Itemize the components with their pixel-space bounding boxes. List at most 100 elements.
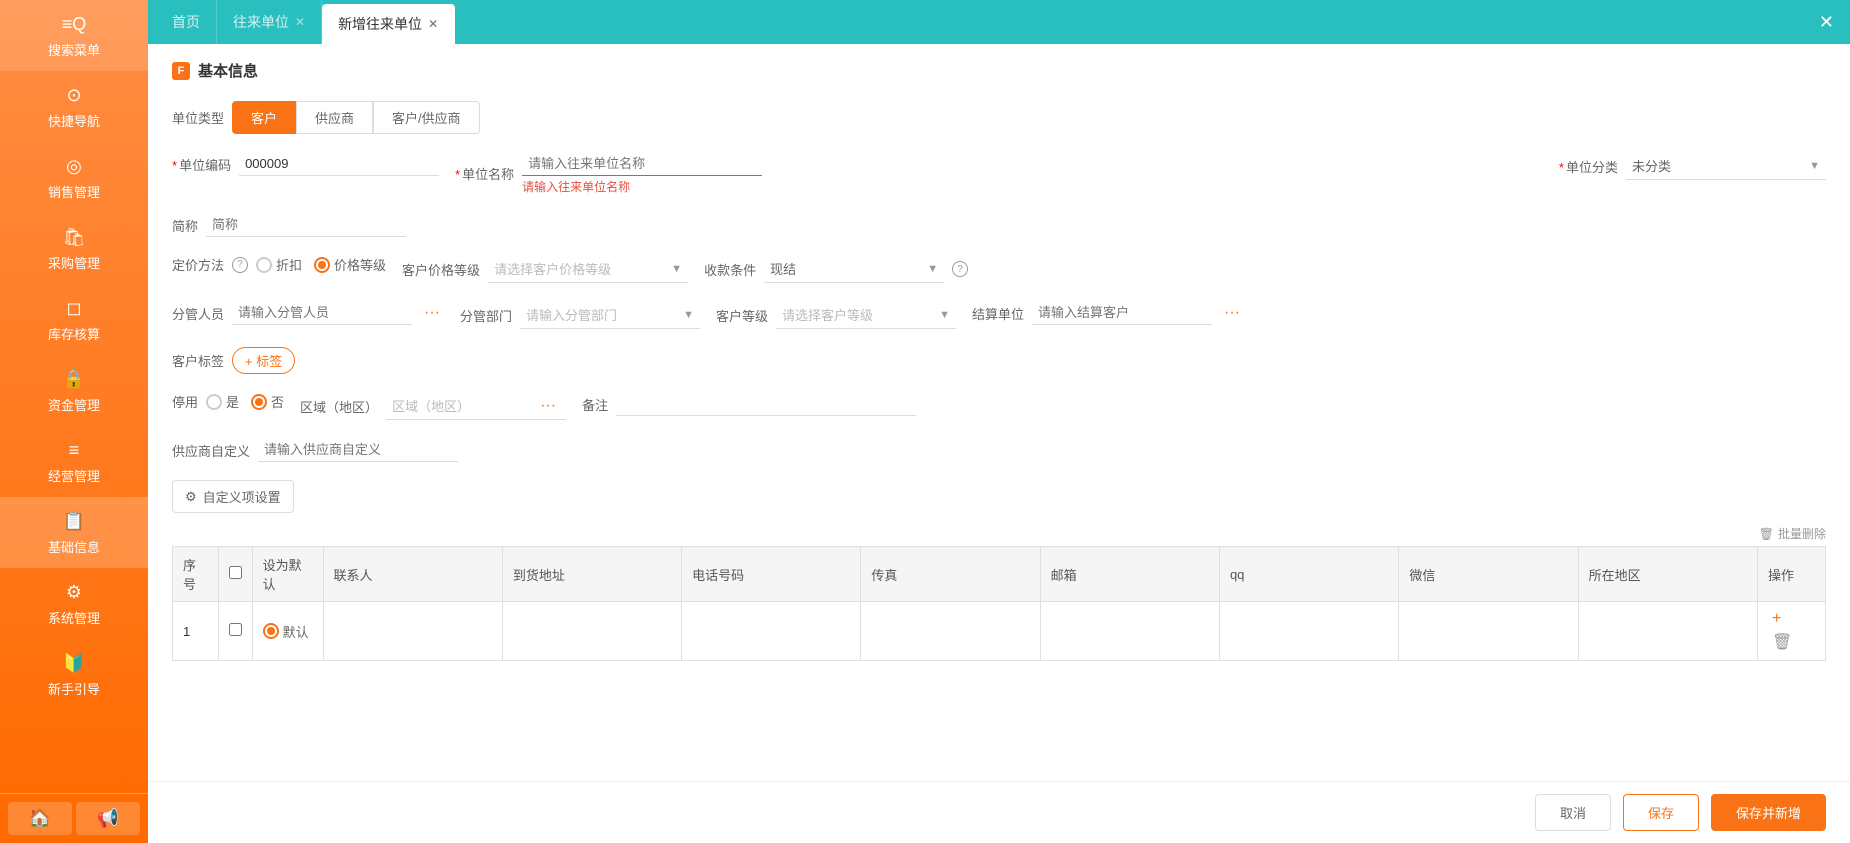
save-button[interactable]: 保存 bbox=[1623, 794, 1699, 831]
default-radio[interactable]: 默认 bbox=[263, 622, 313, 641]
unit-type-supplier-btn[interactable]: 供应商 bbox=[296, 101, 373, 134]
phone-input[interactable] bbox=[692, 624, 850, 639]
tab-contacts[interactable]: 往来单位 ✕ bbox=[217, 0, 322, 44]
tab-new-contact-close[interactable]: ✕ bbox=[428, 17, 438, 31]
wechat-input[interactable] bbox=[1409, 624, 1567, 639]
purchase-icon: 🛍 bbox=[62, 225, 86, 249]
sidebar-item-sales[interactable]: ◎ 销售管理 bbox=[0, 142, 148, 213]
unit-type-row: 单位类型 客户 供应商 客户/供应商 bbox=[172, 101, 1826, 134]
cell-contact[interactable] bbox=[323, 602, 502, 661]
select-all-checkbox[interactable] bbox=[229, 566, 242, 579]
notify-button[interactable]: 📢 bbox=[76, 802, 140, 835]
settlement-unit-input[interactable] bbox=[1032, 301, 1212, 325]
contact-input[interactable] bbox=[334, 624, 492, 639]
cancel-button[interactable]: 取消 bbox=[1535, 794, 1611, 831]
manager-input[interactable] bbox=[232, 301, 412, 325]
pricing-level-option[interactable]: 价格等级 bbox=[314, 255, 386, 274]
customer-level-select[interactable]: 请选择客户等级 ▼ bbox=[776, 301, 956, 329]
col-fax: 传真 bbox=[861, 547, 1040, 602]
sidebar-item-purchase[interactable]: 🛍 采购管理 bbox=[0, 213, 148, 284]
pricing-row: 定价方法 ? 折扣 价格等级 客户价格等级 请选择客户价格 bbox=[172, 255, 1826, 283]
sidebar-item-system[interactable]: ⚙ 系统管理 bbox=[0, 568, 148, 639]
sidebar-item-label: 经营管理 bbox=[48, 466, 100, 485]
short-name-input[interactable] bbox=[206, 213, 406, 237]
tab-home[interactable]: 首页 bbox=[156, 0, 217, 44]
customer-tag-field: 客户标签 + 标签 bbox=[172, 347, 295, 374]
sidebar-item-search-menu[interactable]: ≡Q 搜索菜单 bbox=[0, 0, 148, 71]
sidebar-item-operations[interactable]: ≡ 经营管理 bbox=[0, 426, 148, 497]
sidebar-item-label: 系统管理 bbox=[48, 608, 100, 627]
cell-area[interactable] bbox=[1578, 602, 1757, 661]
sidebar-item-basic-info[interactable]: 📋 基础信息 bbox=[0, 497, 148, 568]
area-row-input[interactable] bbox=[1589, 624, 1747, 639]
sidebar-item-label: 销售管理 bbox=[48, 182, 100, 201]
unit-category-select[interactable]: 未分类 ▼ bbox=[1626, 152, 1826, 180]
unit-name-group: 请输入往来单位名称 bbox=[522, 152, 762, 195]
unit-type-customer-btn[interactable]: 客户 bbox=[232, 101, 296, 134]
unit-code-field: *单位编码 bbox=[172, 152, 439, 176]
tab-contacts-close[interactable]: ✕ bbox=[295, 15, 305, 29]
manager-more-icon[interactable]: ··· bbox=[420, 304, 444, 322]
cell-fax[interactable] bbox=[861, 602, 1040, 661]
disabled-no-option[interactable]: 否 bbox=[251, 392, 284, 411]
sidebar-item-label: 库存核算 bbox=[48, 324, 100, 343]
cell-email[interactable] bbox=[1040, 602, 1219, 661]
area-field: 区域（地区） 区域（地区） ··· bbox=[300, 392, 566, 420]
col-email: 邮箱 bbox=[1040, 547, 1219, 602]
unit-name-field: *单位名称 请输入往来单位名称 bbox=[455, 152, 1543, 195]
settlement-more-icon[interactable]: ··· bbox=[1220, 304, 1244, 322]
delete-row-button[interactable]: 🗑 bbox=[1768, 630, 1796, 654]
payment-terms-label: 收款条件 bbox=[704, 260, 756, 279]
sidebar-item-guide[interactable]: 🔰 新手引导 bbox=[0, 639, 148, 710]
pricing-help-icon[interactable]: ? bbox=[232, 257, 248, 273]
guide-icon: 🔰 bbox=[62, 651, 86, 675]
section-icon: F bbox=[172, 62, 190, 80]
tab-new-contact[interactable]: 新增往来单位 ✕ bbox=[322, 4, 455, 44]
qq-input[interactable] bbox=[1230, 624, 1388, 639]
fax-input[interactable] bbox=[871, 624, 1029, 639]
address-input[interactable] bbox=[513, 624, 671, 639]
supplier-custom-input[interactable] bbox=[258, 438, 458, 462]
basic-info-icon: 📋 bbox=[62, 509, 86, 533]
department-select[interactable]: 请输入分管部门 ▼ bbox=[520, 301, 700, 329]
unit-name-input[interactable] bbox=[522, 152, 762, 176]
sidebar-item-quick-nav[interactable]: ⊙ 快捷导航 bbox=[0, 71, 148, 142]
save-new-button[interactable]: 保存并新增 bbox=[1711, 794, 1826, 831]
home-button[interactable]: 🏠 bbox=[8, 802, 72, 835]
email-input[interactable] bbox=[1051, 624, 1209, 639]
payment-terms-help-icon[interactable]: ? bbox=[952, 261, 968, 277]
quick-nav-icon: ⊙ bbox=[62, 83, 86, 107]
add-row-button[interactable]: + bbox=[1768, 608, 1785, 630]
unit-name-error: 请输入往来单位名称 bbox=[522, 178, 762, 195]
notes-input[interactable] bbox=[616, 392, 916, 416]
disabled-radio-group: 是 否 bbox=[206, 392, 284, 411]
sidebar-item-inventory[interactable]: ◻ 库存核算 bbox=[0, 284, 148, 355]
unit-code-input[interactable] bbox=[239, 152, 439, 176]
disabled-field: 停用 是 否 bbox=[172, 392, 284, 411]
sidebar-item-finance[interactable]: 🔒 资金管理 bbox=[0, 355, 148, 426]
disabled-yes-option[interactable]: 是 bbox=[206, 392, 239, 411]
add-tag-button[interactable]: + 标签 bbox=[232, 347, 295, 374]
finance-icon: 🔒 bbox=[62, 367, 86, 391]
disabled-label: 停用 bbox=[172, 392, 198, 411]
search-menu-icon: ≡Q bbox=[62, 12, 86, 36]
area-input[interactable]: 区域（地区） ··· bbox=[386, 392, 566, 420]
col-qq: qq bbox=[1219, 547, 1398, 602]
col-checkbox bbox=[218, 547, 252, 602]
payment-terms-field: 收款条件 现结 ▼ ? bbox=[704, 255, 968, 283]
cell-phone[interactable] bbox=[682, 602, 861, 661]
cell-qq[interactable] bbox=[1219, 602, 1398, 661]
row-checkbox[interactable] bbox=[229, 623, 242, 636]
sales-icon: ◎ bbox=[62, 154, 86, 178]
customer-price-select[interactable]: 请选择客户价格等级 ▼ bbox=[488, 255, 688, 283]
sidebar-item-label: 基础信息 bbox=[48, 537, 100, 556]
custom-settings-button[interactable]: ⚙ 自定义项设置 bbox=[172, 480, 294, 513]
window-close-button[interactable]: ✕ bbox=[1811, 8, 1842, 37]
unit-type-both-btn[interactable]: 客户/供应商 bbox=[373, 101, 480, 134]
batch-delete-area[interactable]: 🗑 批量删除 bbox=[172, 525, 1826, 542]
payment-terms-select[interactable]: 现结 ▼ bbox=[764, 255, 944, 283]
cell-wechat[interactable] bbox=[1399, 602, 1578, 661]
cell-address[interactable] bbox=[502, 602, 681, 661]
pricing-discount-option[interactable]: 折扣 bbox=[256, 255, 302, 274]
area-more-icon[interactable]: ··· bbox=[536, 397, 560, 415]
